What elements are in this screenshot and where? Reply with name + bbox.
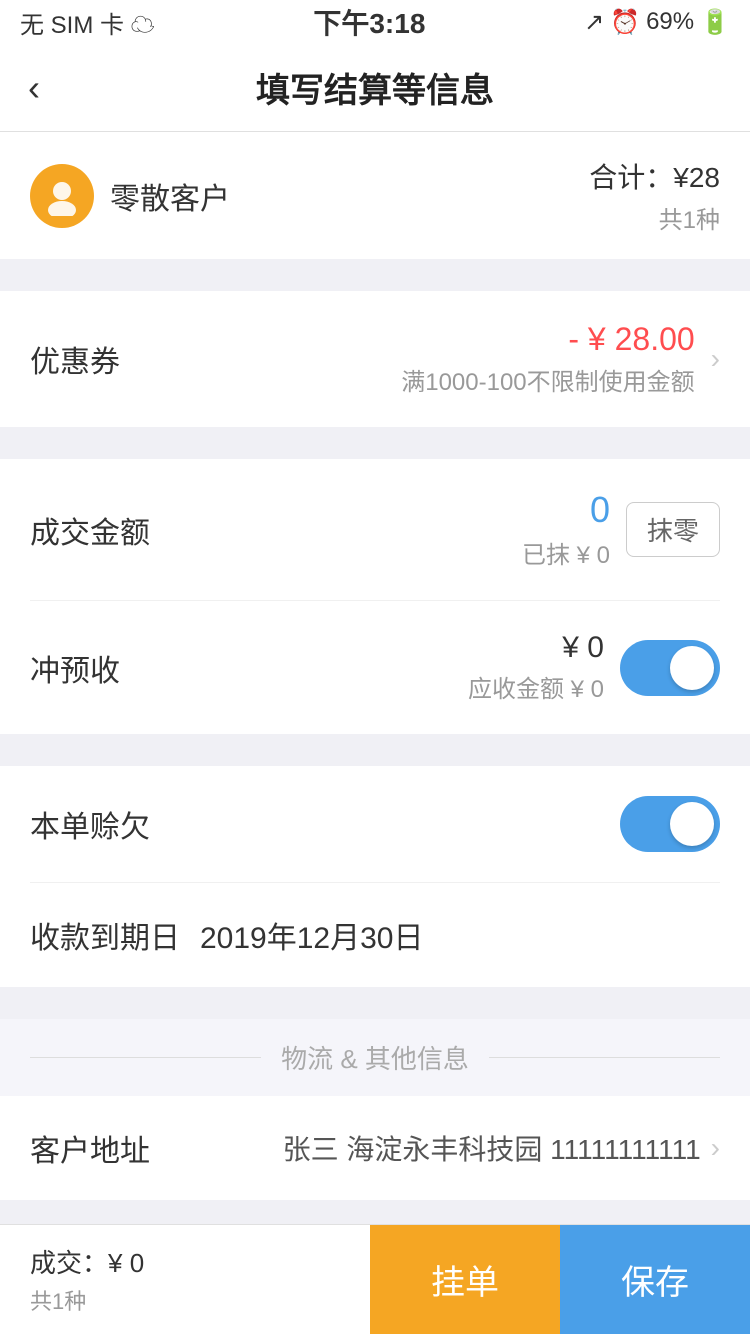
gap-1 — [0, 275, 750, 291]
address-row[interactable]: 客户地址 张三 海淀永丰科技园 11111111111 › — [0, 1096, 750, 1200]
location-icon: ↗ — [584, 8, 604, 37]
customer-name: 零散客户 — [110, 174, 230, 218]
deal-amount-value: 0 — [522, 489, 610, 531]
customer-count: 共1种 — [589, 200, 720, 235]
logistics-header: 物流 & 其他信息 — [0, 1019, 750, 1096]
logistics-line-left — [30, 1057, 261, 1058]
due-date-label: 收款到期日 — [30, 913, 180, 957]
status-bar: 无 SIM 卡 ☁ 下午3:18 ↗ ⏰ 69% 🔋 — [0, 0, 750, 44]
page-title: 填写结算等信息 — [256, 63, 494, 112]
deal-amount-row: 成交金额 0 已抹 ¥ 0 抹零 — [0, 459, 750, 600]
prepayment-amount: ¥ 0 — [468, 631, 604, 665]
debt-toggle[interactable] — [620, 796, 720, 852]
status-left: 无 SIM 卡 ☁ — [20, 5, 155, 40]
deal-amount-label: 成交金额 — [30, 508, 150, 552]
prepayment-row: 冲预收 ¥ 0 应收金额 ¥ 0 — [0, 601, 750, 734]
round-zero-button[interactable]: 抹零 — [626, 502, 720, 557]
hang-button[interactable]: 挂单 — [370, 1225, 560, 1334]
battery-label: 69% — [646, 8, 694, 36]
deal-amount-card: 成交金额 0 已抹 ¥ 0 抹零 冲预收 ¥ 0 应收金额 ¥ 0 — [0, 459, 750, 734]
bottom-bar: 成交：¥ 0 共1种 挂单 保存 — [0, 1224, 750, 1334]
logistics-line-right — [489, 1057, 720, 1058]
customer-left: 零散客户 — [30, 164, 230, 228]
debt-card: 本单赊欠 收款到期日 2019年12月30日 — [0, 766, 750, 987]
logistics-title: 物流 & 其他信息 — [281, 1039, 469, 1076]
battery-icon: 🔋 — [700, 8, 730, 37]
bottom-deal-value: ¥ 0 — [108, 1248, 144, 1278]
customer-card: 零散客户 合计：¥28 共1种 — [0, 132, 750, 259]
prepayment-right: ¥ 0 应收金额 ¥ 0 — [468, 631, 720, 704]
due-date-row: 收款到期日 2019年12月30日 — [0, 883, 750, 987]
gap-3 — [0, 750, 750, 766]
user-avatar-icon — [42, 176, 82, 216]
coupon-card[interactable]: 优惠券 - ¥ 28.00 满1000-100不限制使用金额 › — [0, 291, 750, 427]
nav-bar: ‹ 填写结算等信息 — [0, 44, 750, 132]
prepayment-label: 冲预收 — [30, 646, 120, 690]
customer-total: 合计：¥28 — [589, 156, 720, 196]
address-card[interactable]: 客户地址 张三 海淀永丰科技园 11111111111 › — [0, 1096, 750, 1200]
avatar — [30, 164, 94, 228]
coupon-right: - ¥ 28.00 满1000-100不限制使用金额 › — [401, 321, 720, 397]
bottom-deal-amount: 成交：¥ 0 — [30, 1243, 340, 1280]
main-content: 零散客户 合计：¥28 共1种 优惠券 - ¥ 28.00 满1000-100不… — [0, 132, 750, 1200]
bottom-info: 成交：¥ 0 共1种 — [0, 1243, 370, 1316]
no-sim-label: 无 SIM 卡 ☁ — [20, 5, 155, 40]
deal-amount-right: 0 已抹 ¥ 0 抹零 — [522, 489, 720, 570]
bottom-count: 共1种 — [30, 1284, 340, 1316]
due-date-value: 2019年12月30日 — [200, 913, 423, 957]
customer-row: 零散客户 合计：¥28 共1种 — [0, 132, 750, 259]
customer-right: 合计：¥28 共1种 — [589, 156, 720, 235]
debt-right — [620, 796, 720, 852]
address-value: 张三 海淀永丰科技园 11111111111 — [150, 1128, 701, 1168]
coupon-label: 优惠券 — [30, 337, 120, 381]
gap-2 — [0, 443, 750, 459]
prepayment-toggle[interactable] — [620, 640, 720, 696]
status-right: ↗ ⏰ 69% 🔋 — [584, 8, 730, 37]
address-chevron-icon: › — [711, 1132, 720, 1164]
prepayment-sub: 应收金额 ¥ 0 — [468, 669, 604, 704]
debt-row: 本单赊欠 — [0, 766, 750, 882]
address-label: 客户地址 — [30, 1126, 150, 1170]
alarm-icon: ⏰ — [610, 8, 640, 37]
coupon-sub: 满1000-100不限制使用金额 — [401, 362, 694, 397]
deal-amount-sub: 已抹 ¥ 0 — [522, 535, 610, 570]
status-time: 下午3:18 — [313, 2, 425, 42]
coupon-discount: - ¥ 28.00 — [401, 321, 694, 358]
chevron-right-icon: › — [711, 343, 720, 375]
coupon-row[interactable]: 优惠券 - ¥ 28.00 满1000-100不限制使用金额 › — [0, 291, 750, 427]
debt-label: 本单赊欠 — [30, 802, 150, 846]
gap-4 — [0, 1003, 750, 1019]
back-button[interactable]: ‹ — [28, 67, 40, 109]
bottom-deal-label: 成交： — [30, 1248, 108, 1278]
save-button[interactable]: 保存 — [560, 1225, 750, 1334]
